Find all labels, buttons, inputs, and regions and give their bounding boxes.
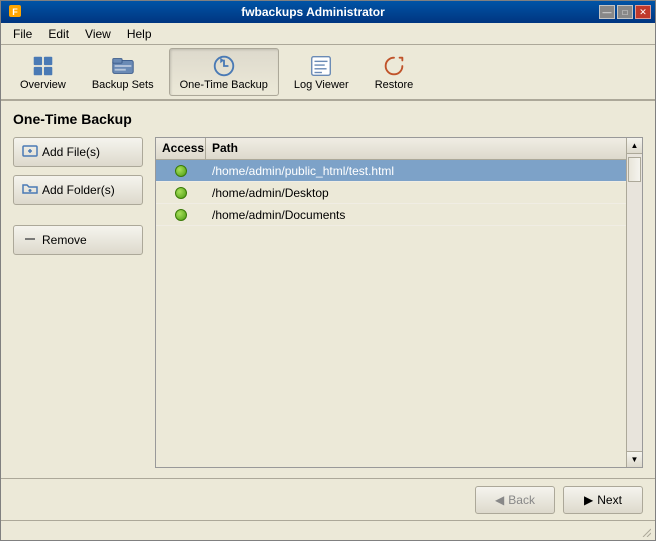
path-cell: /home/admin/public_html/test.html — [206, 162, 626, 180]
toolbar-restore[interactable]: Restore — [364, 48, 425, 96]
path-cell: /home/admin/Desktop — [206, 184, 626, 202]
remove-label: Remove — [42, 233, 87, 247]
footer: ◀ Back ▶ Next — [1, 478, 655, 520]
add-files-icon — [22, 143, 38, 162]
next-label: Next — [597, 493, 622, 507]
scroll-down-button[interactable]: ▼ — [627, 451, 642, 467]
toolbar-log-viewer[interactable]: Log Viewer — [283, 48, 360, 96]
window-controls: — □ ✕ — [599, 5, 651, 19]
access-indicator — [175, 209, 187, 221]
back-button[interactable]: ◀ Back — [475, 486, 555, 514]
access-cell — [156, 207, 206, 223]
menu-file[interactable]: File — [5, 25, 40, 43]
menu-help[interactable]: Help — [119, 25, 160, 43]
access-indicator — [175, 187, 187, 199]
file-list-wrapper: Access Path /home/admin/public_html/test… — [155, 137, 643, 468]
close-button[interactable]: ✕ — [635, 5, 651, 19]
backup-sets-icon — [109, 53, 137, 79]
main-content: Add File(s) Add Folder(s) — [13, 137, 643, 468]
path-cell: /home/admin/Documents — [206, 206, 626, 224]
restore-label: Restore — [375, 79, 414, 91]
overview-label: Overview — [20, 79, 66, 91]
button-panel: Add File(s) Add Folder(s) — [13, 137, 143, 468]
table-row[interactable]: /home/admin/Desktop — [156, 182, 626, 204]
menu-view[interactable]: View — [77, 25, 119, 43]
access-indicator — [175, 165, 187, 177]
overview-icon — [29, 53, 57, 79]
one-time-backup-label: One-Time Backup — [180, 79, 268, 91]
toolbar-overview[interactable]: Overview — [9, 48, 77, 96]
back-label: Back — [508, 493, 535, 507]
page-title: One-Time Backup — [13, 111, 643, 127]
add-folders-button[interactable]: Add Folder(s) — [13, 175, 143, 205]
header-path: Path — [206, 138, 626, 159]
back-icon: ◀ — [495, 493, 504, 507]
next-icon: ▶ — [584, 493, 593, 507]
remove-button[interactable]: Remove — [13, 225, 143, 255]
restore-icon — [380, 53, 408, 79]
main-window: F fwbackups Administrator — □ ✕ File Edi… — [0, 0, 656, 541]
minimize-button[interactable]: — — [599, 5, 615, 19]
resize-grip[interactable] — [639, 525, 651, 537]
access-cell — [156, 163, 206, 179]
content-area: One-Time Backup Add File(s) — [1, 101, 655, 478]
file-list-body: /home/admin/public_html/test.html /home/… — [156, 160, 626, 467]
file-list-inner: Access Path /home/admin/public_html/test… — [156, 138, 626, 467]
scroll-up-button[interactable]: ▲ — [627, 138, 642, 154]
log-viewer-icon — [307, 53, 335, 79]
table-header: Access Path — [156, 138, 626, 160]
next-button[interactable]: ▶ Next — [563, 486, 643, 514]
app-icon: F — [7, 3, 23, 22]
svg-text:F: F — [12, 7, 18, 17]
title-bar: F fwbackups Administrator — □ ✕ — [1, 1, 655, 23]
menubar: File Edit View Help — [1, 23, 655, 45]
add-files-label: Add File(s) — [42, 145, 100, 159]
statusbar — [1, 520, 655, 540]
toolbar: Overview Backup Sets One-Time Backup — [1, 45, 655, 101]
table-row[interactable]: /home/admin/public_html/test.html — [156, 160, 626, 182]
toolbar-one-time-backup[interactable]: One-Time Backup — [169, 48, 279, 96]
scrollbar[interactable]: ▲ ▼ — [626, 138, 642, 467]
scroll-track — [627, 154, 642, 451]
table-row[interactable]: /home/admin/Documents — [156, 204, 626, 226]
toolbar-backup-sets[interactable]: Backup Sets — [81, 48, 165, 96]
add-files-button[interactable]: Add File(s) — [13, 137, 143, 167]
add-folders-label: Add Folder(s) — [42, 183, 115, 197]
access-cell — [156, 185, 206, 201]
maximize-button[interactable]: □ — [617, 5, 633, 19]
window-title: fwbackups Administrator — [27, 5, 599, 19]
backup-sets-label: Backup Sets — [92, 79, 154, 91]
remove-icon — [22, 231, 38, 250]
header-access: Access — [156, 138, 206, 159]
add-folders-icon — [22, 181, 38, 200]
menu-edit[interactable]: Edit — [40, 25, 77, 43]
scroll-thumb[interactable] — [628, 157, 641, 182]
one-time-backup-icon — [210, 53, 238, 79]
log-viewer-label: Log Viewer — [294, 79, 349, 91]
